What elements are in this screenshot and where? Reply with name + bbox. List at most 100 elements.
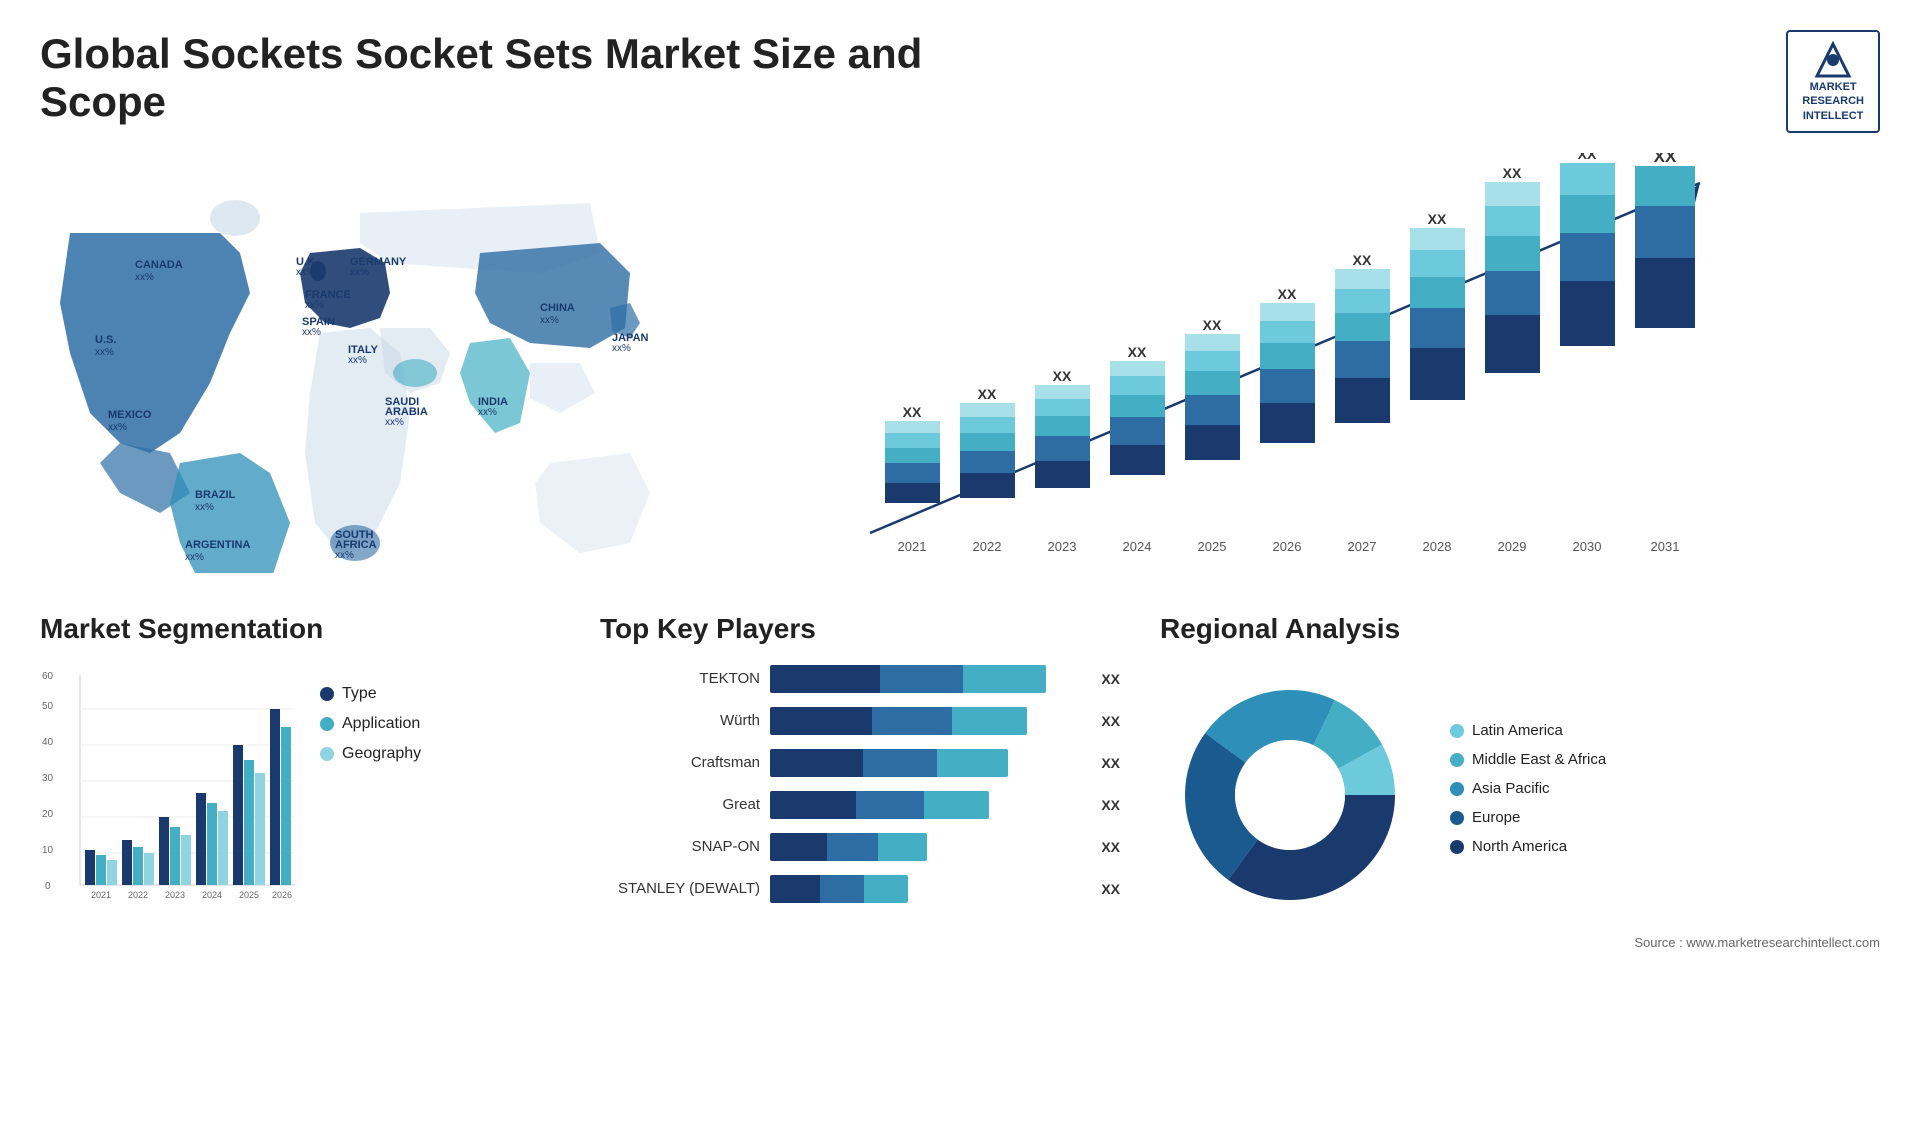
svg-text:0: 0 xyxy=(45,881,51,892)
players-section: Top Key Players TEKTON XX Würth xyxy=(600,613,1120,950)
svg-text:BRAZIL: BRAZIL xyxy=(195,489,236,501)
svg-text:2026: 2026 xyxy=(272,890,292,900)
svg-text:2030: 2030 xyxy=(1573,539,1602,554)
regional-content: Latin America Middle East & Africa Asia … xyxy=(1160,665,1880,925)
svg-text:xx%: xx% xyxy=(95,347,114,358)
legend-geography: Geography xyxy=(320,745,421,763)
legend-application: Application xyxy=(320,715,421,733)
player-row-tekton: TEKTON XX xyxy=(600,665,1120,693)
player-val-tekton: XX xyxy=(1101,665,1120,693)
svg-text:MEXICO: MEXICO xyxy=(108,409,152,421)
bar-2026: XX 2026 xyxy=(1260,286,1315,554)
player-val-wurth: XX xyxy=(1101,707,1120,735)
svg-text:2029: 2029 xyxy=(1498,539,1527,554)
logo-icon xyxy=(1813,40,1853,80)
legend-geography-dot xyxy=(320,747,334,761)
legend-type-dot xyxy=(320,687,334,701)
regional-legend: Latin America Middle East & Africa Asia … xyxy=(1450,722,1880,867)
svg-text:2031: 2031 xyxy=(1651,539,1680,554)
canada-label: CANADA xyxy=(135,259,183,271)
segmentation-section: Market Segmentation 0 10 20 30 40 50 60 xyxy=(40,613,560,950)
svg-text:2023: 2023 xyxy=(165,890,185,900)
player-bar-wurth xyxy=(770,707,1083,735)
dot-latin-america xyxy=(1450,724,1464,738)
player-row-craftsman: Craftsman XX xyxy=(600,749,1120,777)
svg-text:XX: XX xyxy=(1503,165,1522,181)
svg-text:xx%: xx% xyxy=(612,343,631,354)
svg-text:10: 10 xyxy=(42,845,54,856)
regional-title: Regional Analysis xyxy=(1160,613,1880,645)
bar-2030: XX 2030 xyxy=(1560,153,1615,554)
svg-text:XX: XX xyxy=(1278,286,1297,302)
dot-north-america xyxy=(1450,840,1464,854)
player-name-craftsman: Craftsman xyxy=(600,754,760,771)
map-svg: CANADA xx% U.S. xx% MEXICO xx% BRAZIL xx… xyxy=(40,153,660,573)
legend-latin-america: Latin America xyxy=(1450,722,1880,739)
top-section: CANADA xx% U.S. xx% MEXICO xx% BRAZIL xx… xyxy=(40,153,1880,573)
donut-hole xyxy=(1235,740,1345,850)
svg-text:XX: XX xyxy=(1353,252,1372,268)
player-name-tekton: TEKTON xyxy=(600,670,760,687)
label-north-america: North America xyxy=(1472,838,1567,855)
page-title: Global Sockets Socket Sets Market Size a… xyxy=(40,30,940,126)
svg-text:xx%: xx% xyxy=(185,552,204,563)
svg-text:2025: 2025 xyxy=(1198,539,1227,554)
label-asia-pacific: Asia Pacific xyxy=(1472,780,1550,797)
svg-text:50: 50 xyxy=(42,701,54,712)
label-latin-america: Latin America xyxy=(1472,722,1563,739)
player-row-great: Great XX xyxy=(600,791,1120,819)
segmentation-chart-svg: 0 10 20 30 40 50 60 2021 xyxy=(40,665,300,925)
players-title: Top Key Players xyxy=(600,613,1120,645)
bar-2022: XX 2022 xyxy=(960,386,1015,554)
page-header: Global Sockets Socket Sets Market Size a… xyxy=(40,30,1880,133)
svg-text:XX: XX xyxy=(1203,317,1222,333)
player-bar-tekton xyxy=(770,665,1083,693)
svg-text:xx%: xx% xyxy=(108,422,127,433)
svg-text:CHINA: CHINA xyxy=(540,302,575,314)
svg-text:2027: 2027 xyxy=(1348,539,1377,554)
dot-europe xyxy=(1450,811,1464,825)
legend-asia-pacific: Asia Pacific xyxy=(1450,780,1880,797)
logo-text: MARKET RESEARCH INTELLECT xyxy=(1802,80,1864,123)
svg-text:2022: 2022 xyxy=(128,890,148,900)
legend-geography-label: Geography xyxy=(342,745,421,763)
svg-text:30: 30 xyxy=(42,773,54,784)
bar-2031: XX 2031 xyxy=(1635,153,1695,554)
player-bar-stanley xyxy=(770,875,1083,903)
svg-text:XX: XX xyxy=(1053,368,1072,384)
legend-europe: Europe xyxy=(1450,809,1880,826)
player-val-stanley: XX xyxy=(1101,875,1120,903)
svg-text:XX: XX xyxy=(1428,211,1447,227)
svg-text:2028: 2028 xyxy=(1423,539,1452,554)
legend-north-america: North America xyxy=(1450,838,1880,855)
label-middle-east: Middle East & Africa xyxy=(1472,751,1606,768)
growth-chart-svg: XX 2021 XX 2022 XX 2023 xyxy=(700,153,1880,573)
logo: MARKET RESEARCH INTELLECT xyxy=(1786,30,1880,133)
player-name-wurth: Würth xyxy=(600,712,760,729)
svg-text:2023: 2023 xyxy=(1048,539,1077,554)
player-name-snapon: SNAP-ON xyxy=(600,838,760,855)
player-row-wurth: Würth XX xyxy=(600,707,1120,735)
svg-text:ARGENTINA: ARGENTINA xyxy=(185,539,250,551)
legend-type-label: Type xyxy=(342,685,377,703)
bar-2023: XX 2023 xyxy=(1035,368,1090,554)
svg-text:2024: 2024 xyxy=(1123,539,1152,554)
dot-middle-east xyxy=(1450,753,1464,767)
legend-application-label: Application xyxy=(342,715,420,733)
player-name-stanley: STANLEY (DEWALT) xyxy=(600,880,760,897)
svg-text:2026: 2026 xyxy=(1273,539,1302,554)
player-bar-snapon xyxy=(770,833,1083,861)
player-val-great: XX xyxy=(1101,791,1120,819)
player-val-snapon: XX xyxy=(1101,833,1120,861)
svg-text:xx%: xx% xyxy=(478,407,497,418)
svg-text:XX: XX xyxy=(1578,153,1597,162)
player-name-great: Great xyxy=(600,796,760,813)
svg-text:xx%: xx% xyxy=(348,355,367,366)
svg-text:60: 60 xyxy=(42,671,54,682)
svg-text:2021: 2021 xyxy=(91,890,111,900)
svg-text:40: 40 xyxy=(42,737,54,748)
bottom-section: Market Segmentation 0 10 20 30 40 50 60 xyxy=(40,613,1880,950)
world-map: CANADA xx% U.S. xx% MEXICO xx% BRAZIL xx… xyxy=(40,153,660,573)
segmentation-chart-container: 0 10 20 30 40 50 60 2021 xyxy=(40,665,560,925)
svg-text:xx%: xx% xyxy=(540,315,559,326)
